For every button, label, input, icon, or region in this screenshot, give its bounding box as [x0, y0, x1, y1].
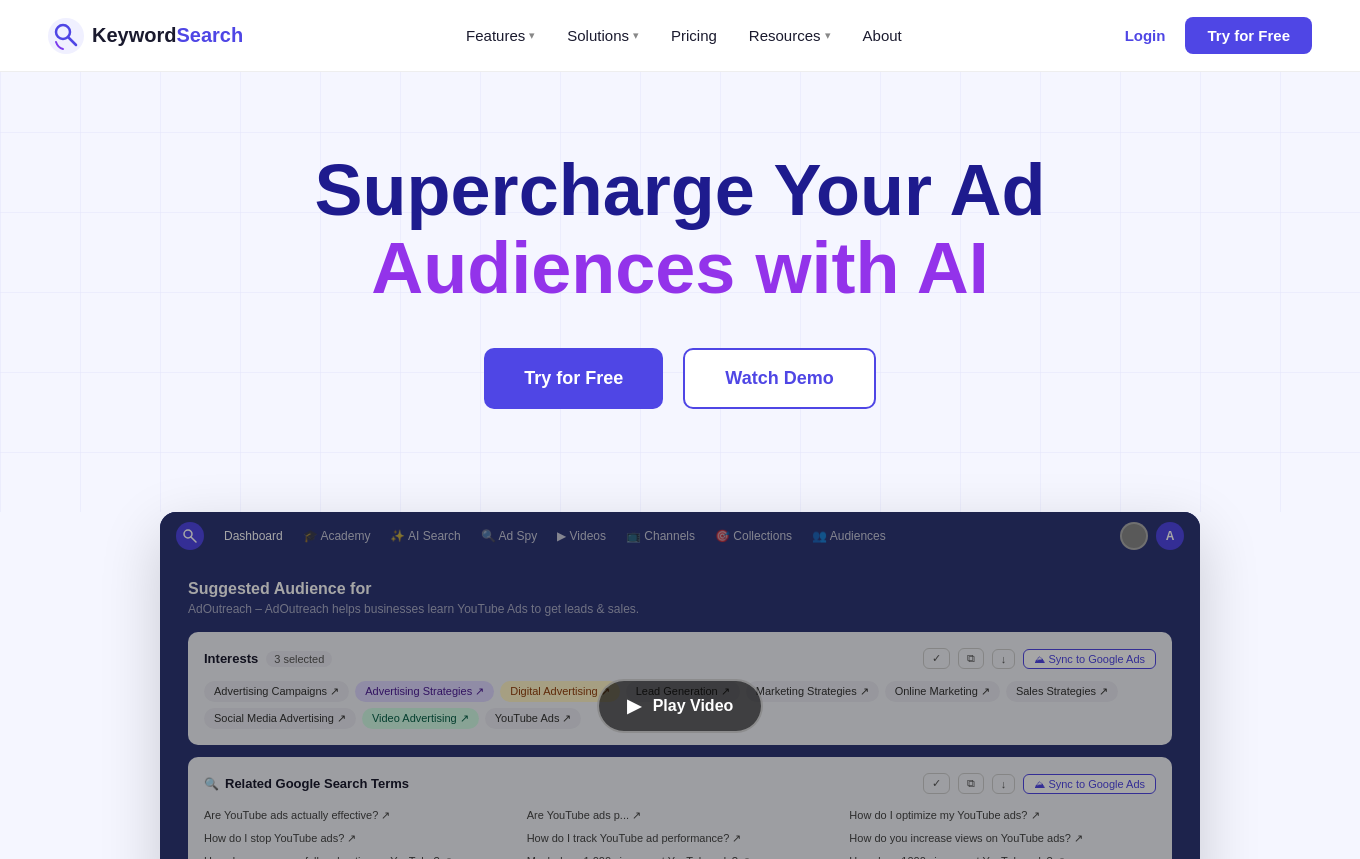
play-video-label: Play Video	[653, 697, 734, 715]
try-for-free-nav-button[interactable]: Try for Free	[1185, 17, 1312, 54]
nav-actions: Login Try for Free	[1125, 17, 1312, 54]
navbar: KeywordSearch Features ▾ Solutions ▾ Pri…	[0, 0, 1360, 72]
nav-about[interactable]: About	[863, 27, 902, 44]
watch-demo-button[interactable]: Watch Demo	[683, 348, 875, 409]
try-for-free-hero-button[interactable]: Try for Free	[484, 348, 663, 409]
logo-text: KeywordSearch	[92, 24, 243, 47]
video-overlay: ▶ Play Video	[160, 512, 1200, 859]
hero-headline: Supercharge Your Ad Audiences with AI	[230, 152, 1130, 308]
nav-features[interactable]: Features ▾	[466, 27, 535, 44]
hero-buttons: Try for Free Watch Demo	[24, 348, 1336, 409]
nav-links: Features ▾ Solutions ▾ Pricing Resources…	[466, 27, 902, 44]
hero-section: Supercharge Your Ad Audiences with AI Tr…	[0, 72, 1360, 512]
login-button[interactable]: Login	[1125, 27, 1166, 44]
chevron-down-icon: ▾	[633, 29, 639, 42]
play-video-button[interactable]: ▶ Play Video	[597, 679, 764, 733]
nav-pricing[interactable]: Pricing	[671, 27, 717, 44]
logo-icon	[48, 18, 84, 54]
app-preview: Dashboard 🎓 Academy ✨ AI Search 🔍 Ad Spy…	[160, 512, 1200, 859]
nav-solutions[interactable]: Solutions ▾	[567, 27, 639, 44]
play-icon: ▶	[627, 695, 641, 717]
app-preview-wrapper: Dashboard 🎓 Academy ✨ AI Search 🔍 Ad Spy…	[0, 512, 1360, 859]
nav-resources[interactable]: Resources ▾	[749, 27, 831, 44]
logo[interactable]: KeywordSearch	[48, 18, 243, 54]
chevron-down-icon: ▾	[529, 29, 535, 42]
svg-point-0	[48, 18, 84, 54]
chevron-down-icon: ▾	[825, 29, 831, 42]
